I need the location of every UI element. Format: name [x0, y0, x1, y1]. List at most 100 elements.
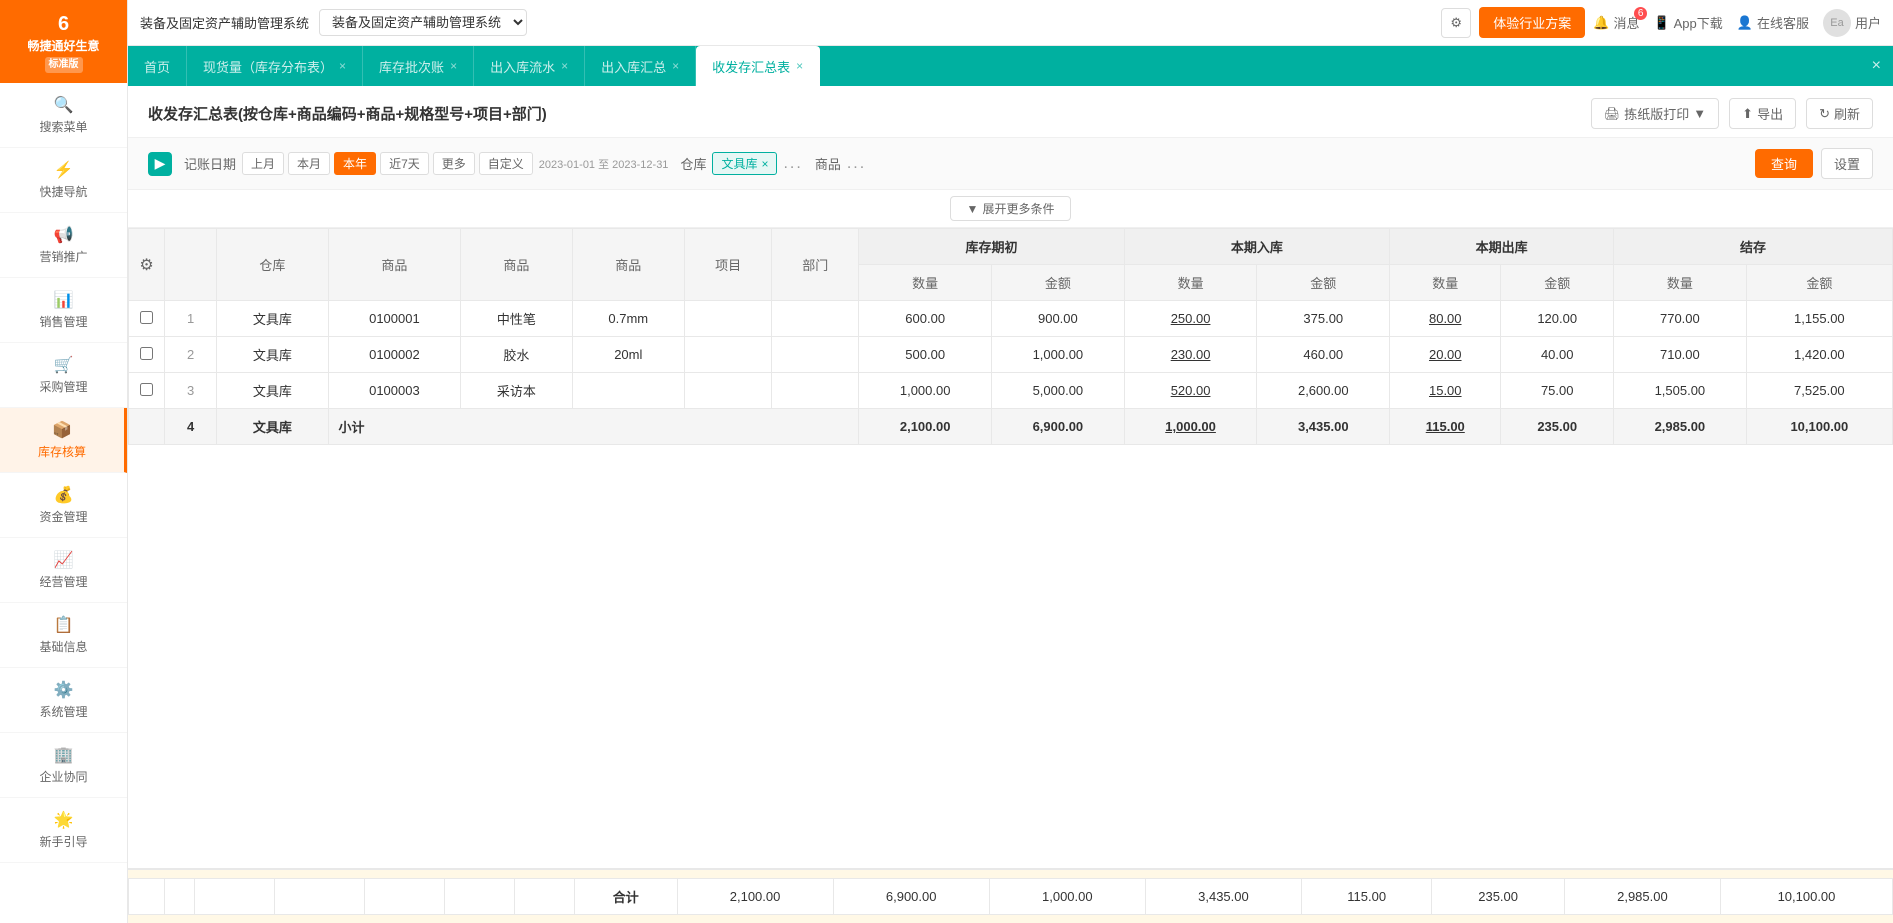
warehouse-ellipsis[interactable]: ...	[783, 155, 802, 173]
system-selector: 装备及固定资产辅助管理系统 装备及固定资产辅助管理系统	[140, 9, 1433, 36]
system-dropdown[interactable]: 装备及固定资产辅助管理系统	[319, 9, 527, 36]
subtotal-out-qty[interactable]: 115.00	[1390, 409, 1501, 445]
footer-empty-7	[515, 879, 575, 915]
date-btn-last7[interactable]: 近7天	[380, 152, 429, 175]
notification-button[interactable]: 🔔 消息 6	[1593, 13, 1639, 32]
tab-recv-send[interactable]: 收发存汇总表 ×	[696, 46, 820, 86]
tab-inout-summary[interactable]: 出入库汇总 ×	[585, 46, 696, 86]
subtotal-in-amt: 3,435.00	[1257, 409, 1390, 445]
warehouse-tag-close[interactable]: ×	[761, 157, 768, 171]
sidebar-item-purchase[interactable]: 🛒 采购管理	[0, 343, 127, 408]
sidebar-item-system[interactable]: ⚙️ 系统管理	[0, 668, 127, 733]
online-service-label: 在线客服	[1757, 13, 1809, 32]
date-btn-this-year[interactable]: 本年	[334, 152, 376, 175]
page-content: 收发存汇总表(按仓库+商品编码+商品+规格型号+项目+部门) 🖨 拣纸版打印 ▼…	[128, 86, 1893, 923]
row-out-qty-0[interactable]: 80.00	[1390, 301, 1501, 337]
app-edition: 标准版	[45, 57, 83, 73]
tab-inout-flow-close[interactable]: ×	[561, 59, 568, 73]
filter-right-actions: 查询 设置	[1755, 148, 1873, 179]
sidebar-item-search[interactable]: 🔍 搜索菜单	[0, 83, 127, 148]
table-settings-button[interactable]: ⚙	[139, 255, 153, 275]
subtotal-close-amt: 10,100.00	[1746, 409, 1892, 445]
row-out-amt-1: 40.00	[1501, 337, 1614, 373]
print-button[interactable]: 🖨 拣纸版打印 ▼	[1591, 98, 1719, 129]
user-menu-button[interactable]: Ea 用户	[1823, 9, 1881, 37]
sidebar-item-base-info[interactable]: 📋 基础信息	[0, 603, 127, 668]
app-logo: 6 畅捷通好生意 标准版	[0, 0, 127, 83]
subtotal-in-qty[interactable]: 1,000.00	[1124, 409, 1257, 445]
settings-gear-button[interactable]: ⚙	[1441, 8, 1471, 38]
close-all-tabs-button[interactable]: ×	[1860, 57, 1893, 75]
sidebar-item-operations[interactable]: 📈 经营管理	[0, 538, 127, 603]
logo-icon: 6	[8, 10, 119, 38]
sidebar-item-label: 营销推广	[39, 248, 87, 265]
sidebar-item-quick-nav[interactable]: ⚡ 快捷导航	[0, 148, 127, 213]
row-in-qty-0[interactable]: 250.00	[1124, 301, 1257, 337]
date-btn-custom[interactable]: 自定义	[479, 152, 533, 175]
date-btn-last-month[interactable]: 上月	[242, 152, 284, 175]
tab-batch-close[interactable]: ×	[450, 59, 457, 73]
row-open-qty-2: 1,000.00	[859, 373, 992, 409]
expand-more-label: 展开更多条件	[982, 200, 1054, 217]
row-in-qty-2[interactable]: 520.00	[1124, 373, 1257, 409]
tab-batch[interactable]: 库存批次账 ×	[363, 46, 474, 86]
row-close-amt-2: 7,525.00	[1746, 373, 1892, 409]
row-close-amt-1: 1,420.00	[1746, 337, 1892, 373]
table-row: 1 文具库 0100001 中性笔 0.7mm 600.00 900.00 25…	[129, 301, 1893, 337]
goods-ellipsis[interactable]: ...	[847, 155, 866, 173]
row-out-qty-2[interactable]: 15.00	[1390, 373, 1501, 409]
col-header-out-amt: 金额	[1501, 265, 1614, 301]
footer-empty-5	[365, 879, 445, 915]
col-header-warehouse: 仓库	[217, 229, 328, 301]
export-button[interactable]: ⬆ 导出	[1729, 98, 1796, 129]
app-download-button[interactable]: 📱 App下载	[1653, 13, 1722, 32]
date-btn-more[interactable]: 更多	[433, 152, 475, 175]
tab-stock-dist[interactable]: 现货量（库存分布表） ×	[187, 46, 363, 86]
tab-recv-send-close[interactable]: ×	[796, 59, 803, 73]
sidebar-item-guide[interactable]: 🌟 新手引导	[0, 798, 127, 863]
tab-stock-dist-label: 现货量（库存分布表）	[203, 57, 333, 76]
trial-button[interactable]: 体验行业方案	[1479, 7, 1585, 38]
footer-empty-6	[445, 879, 515, 915]
tab-home[interactable]: 首页	[128, 46, 187, 86]
avatar: Ea	[1823, 9, 1851, 37]
sidebar-item-label: 库存核算	[38, 443, 86, 460]
sidebar-item-inventory[interactable]: 📦 库存核算	[0, 408, 127, 473]
row-out-qty-1[interactable]: 20.00	[1390, 337, 1501, 373]
subtotal-open-qty: 2,100.00	[859, 409, 992, 445]
refresh-button[interactable]: ↻ 刷新	[1806, 98, 1873, 129]
print-icon: 🖨	[1604, 106, 1621, 122]
row-checkbox-1[interactable]	[129, 337, 165, 373]
warehouse-filter-group: 仓库 文具库 × ...	[680, 152, 802, 175]
sidebar-item-sales[interactable]: 📊 销售管理	[0, 278, 127, 343]
online-service-button[interactable]: 👤 在线客服	[1737, 13, 1809, 32]
query-button[interactable]: 查询	[1755, 149, 1813, 178]
filter-settings-button[interactable]: 设置	[1821, 148, 1873, 179]
row-close-qty-1: 710.00	[1614, 337, 1747, 373]
row-project-2	[685, 373, 772, 409]
sidebar-item-marketing[interactable]: 📢 营销推广	[0, 213, 127, 278]
warehouse-filter-tag: 文具库 ×	[712, 152, 777, 175]
tab-inout-summary-close[interactable]: ×	[672, 59, 679, 73]
sidebar-item-enterprise[interactable]: 🏢 企业协同	[0, 733, 127, 798]
row-checkbox-2[interactable]	[129, 373, 165, 409]
filter-toggle-button[interactable]: ▶	[148, 152, 172, 176]
expand-more-button[interactable]: ▼ 展开更多条件	[950, 196, 1072, 221]
tab-stock-dist-close[interactable]: ×	[339, 59, 346, 73]
megaphone-icon: 📢	[54, 225, 74, 245]
row-checkbox-0[interactable]	[129, 301, 165, 337]
row-goods-name-1: 胶水	[461, 337, 572, 373]
sidebar-item-finance[interactable]: 💰 资金管理	[0, 473, 127, 538]
col-header-in-amt: 金额	[1257, 265, 1390, 301]
sidebar-item-label: 快捷导航	[39, 183, 87, 200]
chevron-down-icon: ▼	[967, 202, 979, 216]
row-in-qty-1[interactable]: 230.00	[1124, 337, 1257, 373]
row-num-0: 1	[165, 301, 217, 337]
date-btn-current-month[interactable]: 本月	[288, 152, 330, 175]
sidebar: 6 畅捷通好生意 标准版 🔍 搜索菜单 ⚡ 快捷导航 📢 营销推广 📊 销售管理…	[0, 0, 128, 923]
subtotal-open-amt: 6,900.00	[992, 409, 1125, 445]
trending-icon: 📈	[54, 550, 74, 570]
tab-inout-flow[interactable]: 出入库流水 ×	[474, 46, 585, 86]
col-header-opening: 库存期初	[859, 229, 1124, 265]
cart-icon: 🛒	[54, 355, 74, 375]
